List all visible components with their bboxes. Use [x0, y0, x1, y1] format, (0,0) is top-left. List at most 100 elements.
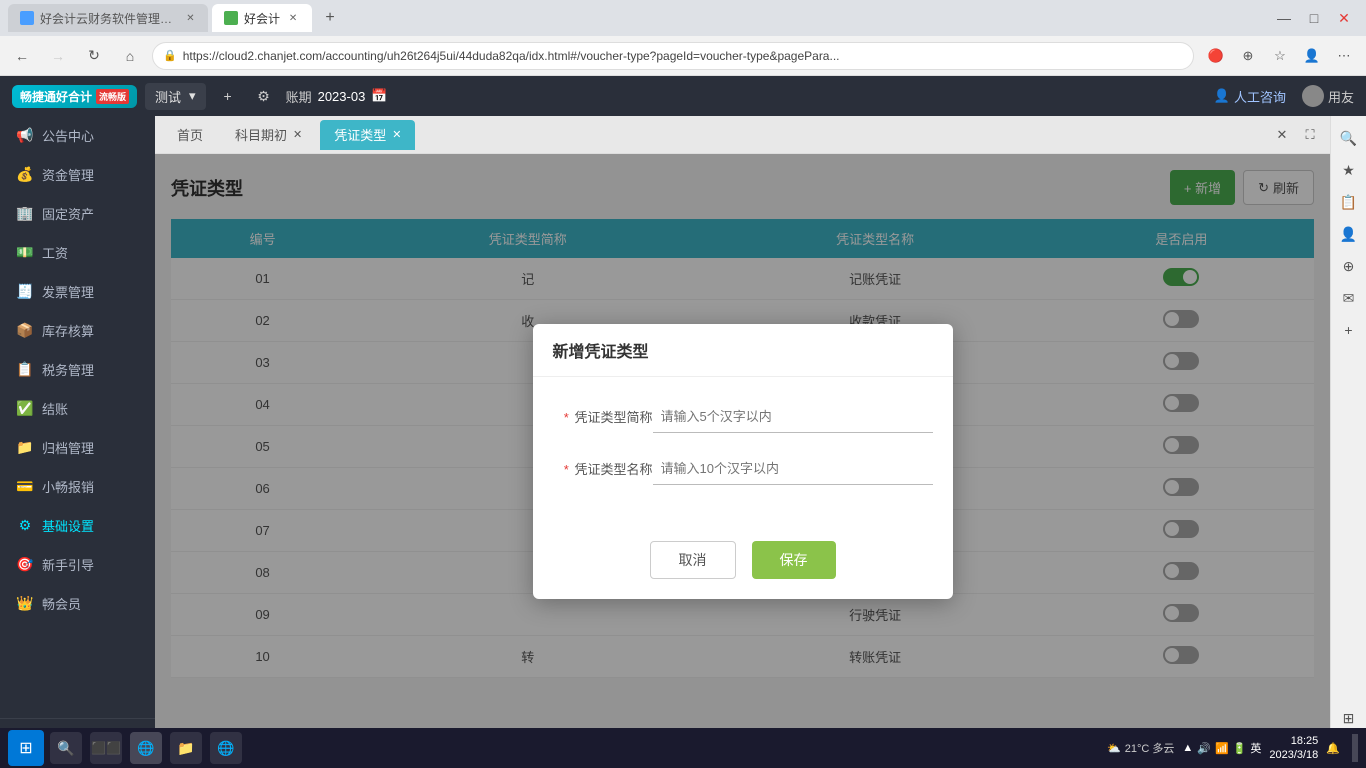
star-right-button[interactable]: ★	[1335, 156, 1363, 184]
windows-icon: ⊞	[19, 738, 32, 758]
url-text: https://cloud2.chanjet.com/accounting/uh…	[183, 49, 840, 63]
explorer-taskbar-button[interactable]: 📁	[170, 732, 202, 764]
sidebar-label-assets: 固定资产	[42, 204, 94, 223]
browser-icon: 🌐	[137, 740, 154, 757]
home-button[interactable]: ⌂	[116, 42, 144, 70]
dialog-title: 新增凭证类型	[533, 324, 953, 377]
tab-favicon-1	[20, 11, 34, 25]
more-button[interactable]: ⋯	[1330, 42, 1358, 70]
right-sidebar: 🔍 ★ 📋 👤 ⊕ ✉ + ⊞ ⚙	[1330, 116, 1366, 768]
company-selector[interactable]: 测试 ▾	[145, 83, 206, 110]
close-panel-button[interactable]: ✕	[1270, 123, 1294, 147]
edge-taskbar-button[interactable]: 🌐	[210, 732, 242, 764]
sidebar-item-tax[interactable]: 📋 税务管理	[0, 350, 155, 389]
content-area: 首页科目期初✕凭证类型✕ ✕ ⛶ 凭证类型 + 新增 ↻ 刷新 编号	[155, 116, 1330, 768]
battery-icon[interactable]: 🔋	[1233, 742, 1247, 755]
sidebar-icon-capital: 💰	[16, 166, 34, 184]
save-button[interactable]: 保存	[752, 541, 836, 579]
tab-close-1[interactable]: ✕	[185, 11, 196, 25]
sidebar-item-inventory[interactable]: 📦 库存核算	[0, 311, 155, 350]
sidebar-label-expense: 小畅报销	[42, 477, 94, 496]
browser-action-buttons: 🔴 ⊕ ☆ 👤 ⋯	[1202, 42, 1358, 70]
person-right-button[interactable]: 👤	[1335, 220, 1363, 248]
url-bar[interactable]: 🔒 https://cloud2.chanjet.com/accounting/…	[152, 42, 1194, 70]
sidebar-item-member[interactable]: 👑 畅会员	[0, 584, 155, 623]
show-desktop-button[interactable]	[1352, 734, 1358, 762]
speaker-icon[interactable]: 🔊	[1197, 742, 1211, 755]
consultation-button[interactable]: 👤 人工咨询	[1214, 87, 1286, 106]
wifi-icon[interactable]: 📶	[1215, 742, 1229, 755]
tab-close-2[interactable]: ✕	[286, 11, 300, 25]
ime-icon: 英	[1250, 740, 1261, 756]
forward-button[interactable]: →	[44, 42, 72, 70]
share-button[interactable]: ⊕	[1234, 42, 1262, 70]
browser-taskbar-button[interactable]: 🌐	[130, 732, 162, 764]
required-mark-2: *	[564, 462, 569, 477]
window-maximize-button[interactable]: □	[1300, 4, 1328, 32]
sidebar-item-notice[interactable]: 📢 公告中心	[0, 116, 155, 155]
sidebar-label-notice: 公告中心	[42, 126, 94, 145]
bookmark-button[interactable]: ☆	[1266, 42, 1294, 70]
name-label: * 凭证类型名称	[553, 459, 653, 478]
content-tab-close-voucher_type[interactable]: ✕	[392, 128, 401, 141]
sidebar-icon-member: 👑	[16, 595, 34, 613]
profile-button[interactable]: 👤	[1298, 42, 1326, 70]
start-button[interactable]: ⊞	[8, 730, 44, 766]
content-tab-close-subject[interactable]: ✕	[293, 128, 302, 141]
taskbar-right: ⛅ 21°C 多云 ▲ 🔊 📶 🔋 英 18:25 2023/3/18 🔔	[1107, 734, 1358, 763]
consultation-icon: 👤	[1214, 88, 1230, 104]
new-tab-button[interactable]: +	[316, 4, 344, 32]
period-info: 账期 2023-03 📅	[286, 87, 388, 106]
form-row-abbr: * 凭证类型简称	[553, 401, 933, 433]
browser-tab-1[interactable]: 好会计云财务软件管理系统_会计 ✕	[8, 4, 208, 32]
sidebar-label-guide: 新手引导	[42, 555, 94, 574]
window-minimize-button[interactable]: —	[1270, 4, 1298, 32]
extensions-button[interactable]: 🔴	[1202, 42, 1230, 70]
user-menu[interactable]: 用友	[1302, 85, 1354, 107]
content-tab-subject[interactable]: 科目期初✕	[221, 120, 316, 150]
cancel-button[interactable]: 取消	[650, 541, 736, 579]
plus-right-button[interactable]: +	[1335, 316, 1363, 344]
sidebar-icon-settings: ⚙	[16, 517, 34, 535]
network-icon[interactable]: ▲	[1182, 742, 1193, 754]
browser-tab-2[interactable]: 好会计 ✕	[212, 4, 312, 32]
sidebar-label-settings: 基础设置	[42, 516, 94, 535]
abbr-input[interactable]	[653, 401, 933, 433]
task-view-button[interactable]: ⬛⬛	[90, 732, 122, 764]
sidebar-label-capital: 资金管理	[42, 165, 94, 184]
task-right-button[interactable]: 📋	[1335, 188, 1363, 216]
sidebar-icon-guide: 🎯	[16, 556, 34, 574]
sidebar-item-settings[interactable]: ⚙ 基础设置	[0, 506, 155, 545]
sidebar-label-salary: 工资	[42, 243, 68, 262]
sidebar-item-invoice[interactable]: 🧾 发票管理	[0, 272, 155, 311]
window-close-button[interactable]: ✕	[1330, 4, 1358, 32]
sidebar-item-salary[interactable]: 💵 工资	[0, 233, 155, 272]
add-company-button[interactable]: +	[214, 82, 242, 110]
expand-panel-button[interactable]: ⛶	[1298, 123, 1322, 147]
period-label: 账期	[286, 87, 312, 106]
reload-button[interactable]: ↻	[80, 42, 108, 70]
sidebar-icon-tax: 📋	[16, 361, 34, 379]
search-right-button[interactable]: 🔍	[1335, 124, 1363, 152]
sidebar-item-expense[interactable]: 💳 小畅报销	[0, 467, 155, 506]
settings-button[interactable]: ⚙	[250, 82, 278, 110]
sidebar-item-archive[interactable]: 📁 归档管理	[0, 428, 155, 467]
app-header: 畅捷通好合计 流畅版 测试 ▾ + ⚙ 账期 2023-03 📅 👤 人工咨询 …	[0, 76, 1366, 116]
circle-right-button[interactable]: ⊕	[1335, 252, 1363, 280]
mail-right-button[interactable]: ✉	[1335, 284, 1363, 312]
sidebar-item-assets[interactable]: 🏢 固定资产	[0, 194, 155, 233]
content-tab-voucher_type[interactable]: 凭证类型✕	[320, 120, 415, 150]
sidebar-item-guide[interactable]: 🎯 新手引导	[0, 545, 155, 584]
tab-label-2: 好会计	[244, 10, 280, 27]
notification-button[interactable]: 🔔	[1326, 742, 1340, 755]
content-tab-home[interactable]: 首页	[163, 120, 217, 150]
back-button[interactable]: ←	[8, 42, 36, 70]
search-taskbar-button[interactable]: 🔍	[50, 732, 82, 764]
content-tab-label-home: 首页	[177, 125, 203, 144]
sidebar-item-capital[interactable]: 💰 资金管理	[0, 155, 155, 194]
name-input[interactable]	[653, 453, 933, 485]
dialog-footer: 取消 保存	[533, 529, 953, 599]
sidebar-icon-expense: 💳	[16, 478, 34, 496]
sidebar-item-settlement[interactable]: ✅ 结账	[0, 389, 155, 428]
period-value: 2023-03	[318, 89, 366, 104]
